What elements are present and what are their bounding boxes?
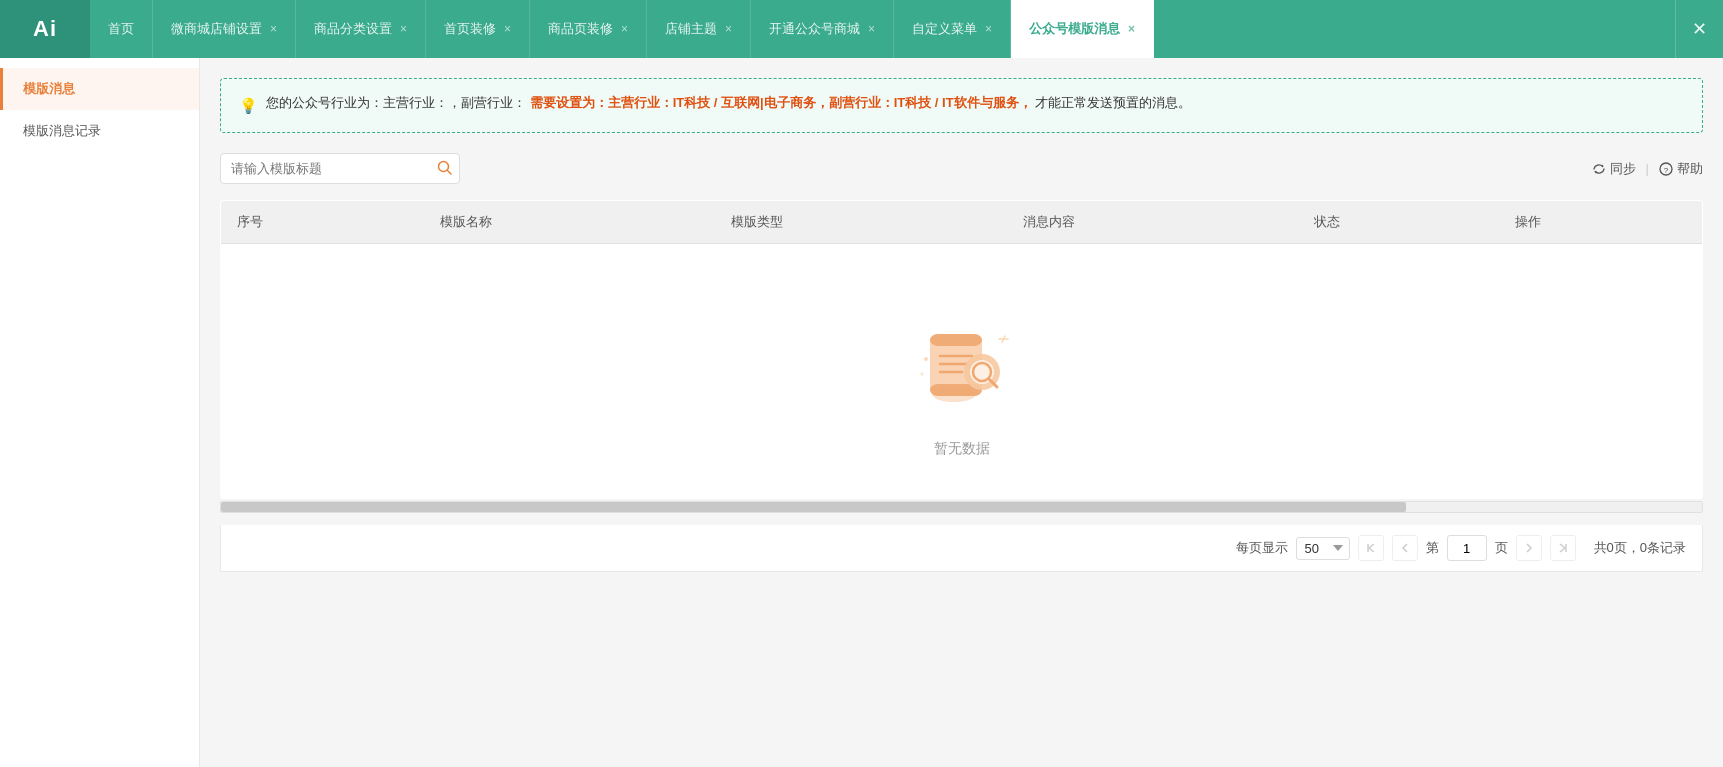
table-header-3: 消息内容	[1007, 201, 1299, 244]
search-input-wrap	[220, 153, 460, 184]
nav-tab-close-2[interactable]: ×	[400, 22, 407, 36]
nav-tab-1[interactable]: 微商城店铺设置×	[153, 0, 296, 58]
svg-text:?: ?	[1664, 166, 1669, 175]
first-page-icon	[1366, 543, 1376, 553]
notice-text-after: 才能正常发送预置的消息。	[1035, 95, 1191, 110]
svg-rect-6	[930, 334, 982, 346]
nav-tab-3[interactable]: 首页装修×	[426, 0, 530, 58]
next-page-button[interactable]	[1516, 535, 1542, 561]
table-header-0: 序号	[221, 201, 424, 244]
nav-tab-6[interactable]: 开通公众号商城×	[751, 0, 894, 58]
table-header-4: 状态	[1298, 201, 1499, 244]
notice-highlight: 需要设置为：主营行业：IT科技 / 互联网|电子商务，副营行业：IT科技 / I…	[530, 95, 1032, 110]
sidebar-item-1[interactable]: 模版消息记录	[0, 110, 199, 152]
nav-tab-close-7[interactable]: ×	[985, 22, 992, 36]
close-all-button[interactable]: ✕	[1675, 0, 1723, 58]
empty-illustration	[902, 304, 1022, 424]
nav-tab-4[interactable]: 商品页装修×	[530, 0, 647, 58]
nav-tab-close-4[interactable]: ×	[621, 22, 628, 36]
last-page-icon	[1558, 543, 1568, 553]
svg-point-17	[924, 357, 928, 361]
svg-line-1	[448, 170, 452, 174]
nav-tab-close-6[interactable]: ×	[868, 22, 875, 36]
search-bar: 同步 | ? 帮助	[220, 153, 1703, 184]
prev-page-button[interactable]	[1392, 535, 1418, 561]
horizontal-scrollbar[interactable]	[220, 501, 1703, 513]
top-nav: Ai 首页微商城店铺设置×商品分类设置×首页装修×商品页装修×店铺主题×开通公众…	[0, 0, 1723, 58]
table-header-2: 模版类型	[715, 201, 1007, 244]
search-actions: 同步 | ? 帮助	[1592, 160, 1703, 178]
help-button[interactable]: ? 帮助	[1659, 160, 1703, 178]
data-table: 序号模版名称模版类型消息内容状态操作	[220, 200, 1703, 499]
nav-tab-0[interactable]: 首页	[90, 0, 153, 58]
table-body: 暂无数据	[221, 244, 1703, 499]
close-all-icon: ✕	[1692, 18, 1707, 40]
page-unit: 页	[1495, 539, 1508, 557]
sync-label: 同步	[1610, 160, 1636, 178]
table-header-row: 序号模版名称模版类型消息内容状态操作	[221, 201, 1703, 244]
search-input[interactable]	[220, 153, 460, 184]
nav-tab-close-8[interactable]: ×	[1128, 22, 1135, 36]
prev-page-icon	[1400, 543, 1410, 553]
logo: Ai	[0, 0, 90, 58]
sidebar-item-0[interactable]: 模版消息	[0, 68, 199, 110]
main-layout: 模版消息模版消息记录 💡 您的公众号行业为：主营行业：，副营行业： 需要设置为：…	[0, 58, 1723, 767]
sync-icon	[1592, 162, 1606, 176]
notice-box: 💡 您的公众号行业为：主营行业：，副营行业： 需要设置为：主营行业：IT科技 /…	[220, 78, 1703, 133]
empty-text: 暂无数据	[934, 440, 990, 458]
nav-tab-8[interactable]: 公众号模版消息×	[1011, 0, 1154, 58]
table-header-5: 操作	[1499, 201, 1702, 244]
search-icon	[437, 160, 452, 175]
next-page-icon	[1524, 543, 1534, 553]
search-button[interactable]	[437, 160, 452, 178]
empty-state: 暂无数据	[221, 244, 1702, 498]
empty-row: 暂无数据	[221, 244, 1703, 499]
scrollbar-thumb[interactable]	[221, 502, 1406, 512]
bulb-icon: 💡	[239, 94, 258, 118]
nav-tab-close-1[interactable]: ×	[270, 22, 277, 36]
nav-tab-2[interactable]: 商品分类设置×	[296, 0, 426, 58]
logo-text: Ai	[33, 16, 57, 42]
divider: |	[1646, 161, 1649, 176]
content-area: 💡 您的公众号行业为：主营行业：，副营行业： 需要设置为：主营行业：IT科技 /…	[200, 58, 1723, 767]
pagination-bar: 每页显示 102050100 第 页 共0页，0条记录	[220, 525, 1703, 572]
page-size-label: 每页显示	[1236, 539, 1288, 557]
page-prefix: 第	[1426, 539, 1439, 557]
table-header-1: 模版名称	[424, 201, 716, 244]
notice-text-before: 您的公众号行业为：主营行业：，副营行业：	[266, 95, 526, 110]
nav-tab-close-3[interactable]: ×	[504, 22, 511, 36]
nav-tabs: 首页微商城店铺设置×商品分类设置×首页装修×商品页装修×店铺主题×开通公众号商城…	[90, 0, 1675, 58]
total-label: 共0页，0条记录	[1594, 539, 1686, 557]
sidebar: 模版消息模版消息记录	[0, 58, 200, 767]
page-size-select[interactable]: 102050100	[1296, 537, 1350, 560]
help-icon: ?	[1659, 162, 1673, 176]
page-number-input[interactable]	[1447, 535, 1487, 561]
notice-text: 您的公众号行业为：主营行业：，副营行业： 需要设置为：主营行业：IT科技 / 互…	[266, 93, 1191, 114]
nav-tab-7[interactable]: 自定义菜单×	[894, 0, 1011, 58]
last-page-button[interactable]	[1550, 535, 1576, 561]
nav-tab-close-5[interactable]: ×	[725, 22, 732, 36]
first-page-button[interactable]	[1358, 535, 1384, 561]
nav-tab-5[interactable]: 店铺主题×	[647, 0, 751, 58]
sync-button[interactable]: 同步	[1592, 160, 1636, 178]
help-label: 帮助	[1677, 160, 1703, 178]
table-header: 序号模版名称模版类型消息内容状态操作	[221, 201, 1703, 244]
svg-point-18	[920, 373, 923, 376]
